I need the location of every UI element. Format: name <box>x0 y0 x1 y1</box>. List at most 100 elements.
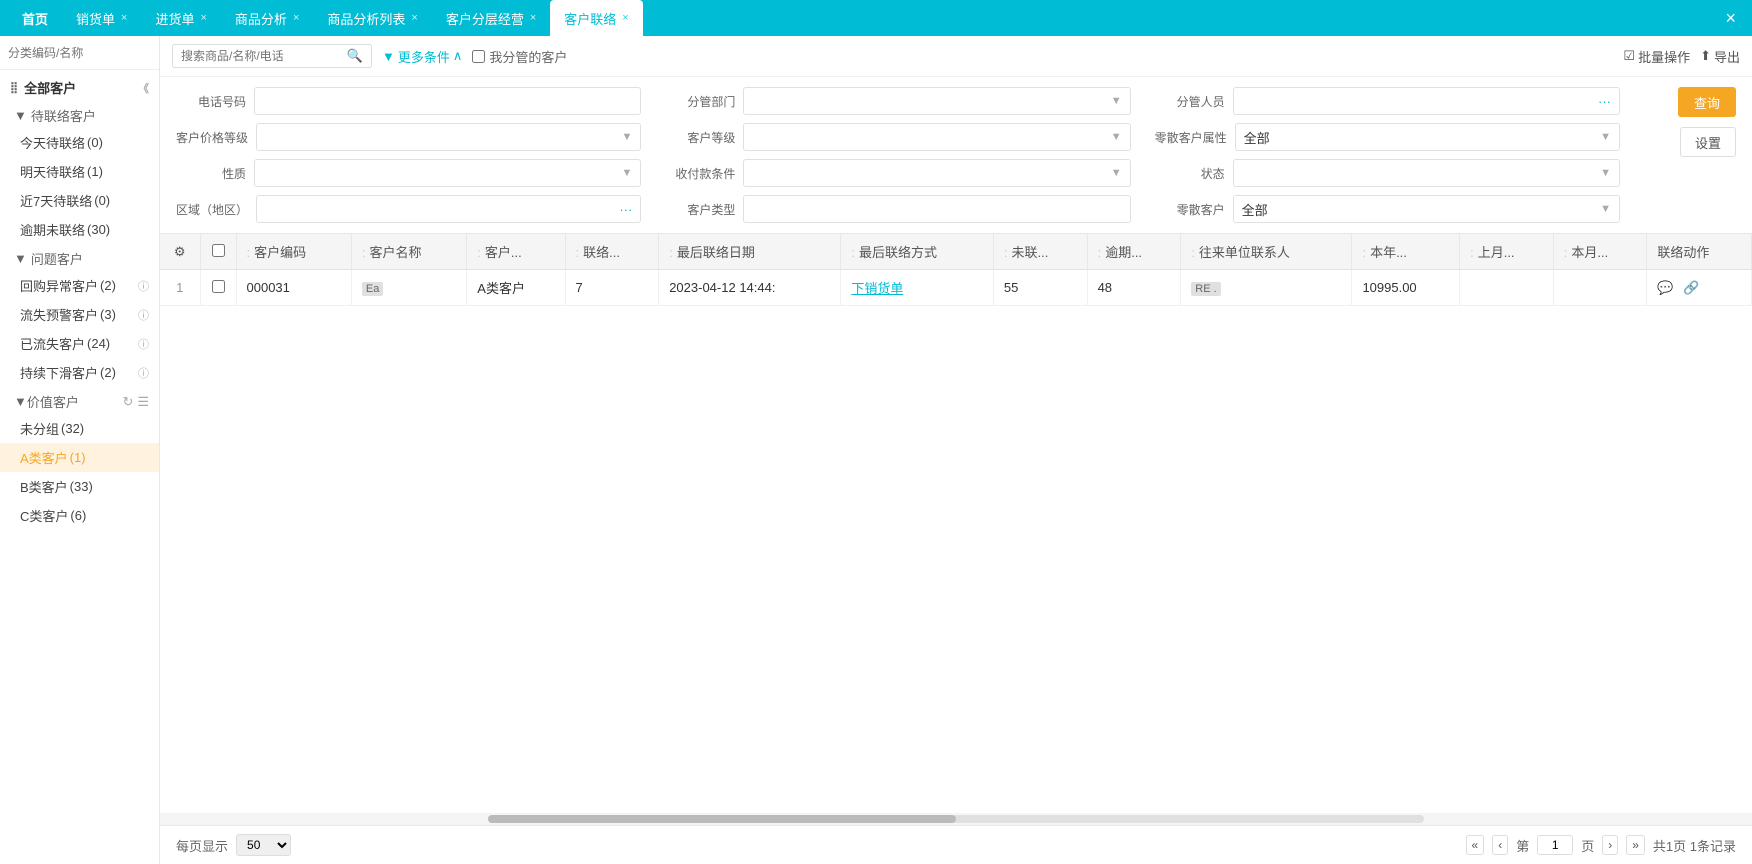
sidebar-item-7days[interactable]: 近7天待联络 (0) <box>0 186 159 215</box>
sidebar-item-b-class[interactable]: B类客户 (33) <box>0 472 159 501</box>
payment-label: 收付款条件 <box>665 165 735 182</box>
info-icon-3: ⓘ <box>138 336 149 352</box>
dept-select[interactable]: ▼ <box>743 87 1130 115</box>
sidebar-item-c-class[interactable]: C类客户 (6) <box>0 501 159 530</box>
per-page-select[interactable]: 50 100 200 <box>236 834 291 856</box>
row-last-contact-method[interactable]: 下销货单 <box>841 270 994 306</box>
nav-item-purchase[interactable]: 进货单 × <box>141 0 220 36</box>
phone-label: 电话号码 <box>176 93 246 110</box>
chat-action-btn[interactable]: 💬 <box>1657 280 1673 295</box>
sidebar: 🔍 ⣿ 全部客户 《 ▼ 待联络客户 今天待联络 (0) 明天待联络 (1) 近… <box>0 36 160 864</box>
scattered-attr-select[interactable]: 全部 ▼ <box>1235 123 1620 151</box>
customer-type-input[interactable] <box>743 195 1130 223</box>
grid-icon: ⣿ <box>10 81 18 94</box>
sidebar-search-container: 🔍 <box>0 36 159 70</box>
customer-tier-arrow-icon: ▼ <box>1111 131 1122 143</box>
region-select[interactable]: ··· <box>256 195 641 223</box>
price-tier-select[interactable]: ▼ <box>256 123 641 151</box>
row-last-month <box>1460 270 1554 306</box>
checkbox-col-header[interactable] <box>200 234 236 270</box>
dept-arrow-icon: ▼ <box>1111 95 1122 107</box>
related-contact-col-header: :往来单位联系人 <box>1181 234 1352 270</box>
per-page-label: 每页显示 <box>176 836 228 855</box>
status-select[interactable]: ▼ <box>1233 159 1620 187</box>
manager-select[interactable]: ··· <box>1233 87 1620 115</box>
info-icon-2: ⓘ <box>138 307 149 323</box>
sidebar-item-a-class[interactable]: A类客户 (1) <box>0 443 159 472</box>
close-purchase-tab[interactable]: × <box>200 12 206 24</box>
nav-item-sales[interactable]: 销货单 × <box>62 0 141 36</box>
page-of-label: 页 <box>1581 836 1594 855</box>
close-goods-analysis-list-tab[interactable]: × <box>411 12 417 24</box>
search-input[interactable] <box>181 49 347 63</box>
scattered-attr-label: 零散客户属性 <box>1155 129 1227 146</box>
close-customer-contact-tab[interactable]: × <box>622 12 628 24</box>
scattered-attr-arrow-icon: ▼ <box>1600 131 1611 143</box>
next-page-btn[interactable]: › <box>1602 835 1618 855</box>
overdue-col-header: :逾期... <box>1087 234 1181 270</box>
settings-gear-icon[interactable]: ⚙ <box>174 244 186 259</box>
my-customers-filter[interactable]: 我分管的客户 <box>472 47 567 66</box>
uncontacted-col-header: :未联... <box>993 234 1087 270</box>
sidebar-item-repurchase-abnormal[interactable]: 回购异常客户 (2) ⓘ <box>0 271 159 300</box>
scattered-select[interactable]: 全部 ▼ <box>1233 195 1620 223</box>
phone-input[interactable] <box>254 87 641 115</box>
prev-page-btn[interactable]: ‹ <box>1492 835 1508 855</box>
link-action-btn[interactable]: 🔗 <box>1683 280 1699 295</box>
sidebar-item-tomorrow[interactable]: 明天待联络 (1) <box>0 157 159 186</box>
batch-operation-btn[interactable]: ☑ 批量操作 <box>1623 47 1690 66</box>
nav-item-customer-contact[interactable]: 客户联络 × <box>550 0 642 36</box>
close-goods-analysis-tab[interactable]: × <box>293 12 299 24</box>
nature-label: 性质 <box>176 165 246 182</box>
horizontal-scrollbar[interactable] <box>160 813 1752 825</box>
sidebar-search-input[interactable] <box>8 46 160 60</box>
value-customers-group[interactable]: ▼ 价值客户 ↻ ☰ <box>0 387 159 414</box>
nav-item-home[interactable]: 首页 <box>8 0 62 36</box>
sidebar-item-declining[interactable]: 持续下滑客户 (2) ⓘ <box>0 358 159 387</box>
settings-value-icon[interactable]: ☰ <box>137 394 149 410</box>
status-arrow-icon: ▼ <box>1600 167 1611 179</box>
more-filters-btn[interactable]: ▼ 更多条件 ∧ <box>382 47 462 66</box>
settings-button[interactable]: 设置 <box>1680 127 1736 157</box>
contacts-col-header: :联络... <box>565 234 659 270</box>
nav-item-goods-analysis-list[interactable]: 商品分析列表 × <box>313 0 431 36</box>
all-customers-header[interactable]: ⣿ 全部客户 《 <box>0 70 159 101</box>
sidebar-item-today[interactable]: 今天待联络 (0) <box>0 128 159 157</box>
search-icon[interactable]: 🔍 <box>347 48 363 64</box>
row-last-contact-date: 2023-04-12 14:44: <box>659 270 841 306</box>
row-customer-type: A类客户 <box>467 270 565 306</box>
problem-customers-group[interactable]: ▼ 问题客户 <box>0 244 159 271</box>
row-actions: 💬 🔗 <box>1647 270 1752 306</box>
close-all-tabs[interactable]: × <box>1717 8 1744 29</box>
query-button[interactable]: 查询 <box>1678 87 1736 117</box>
settings-col-header[interactable]: ⚙ <box>160 234 200 270</box>
row-checkbox[interactable] <box>212 280 225 293</box>
export-btn[interactable]: ⬆ 导出 <box>1700 47 1740 66</box>
sidebar-item-lost-warning[interactable]: 流失预警客户 (3) ⓘ <box>0 300 159 329</box>
last-page-btn[interactable]: » <box>1626 835 1645 855</box>
sidebar-item-lost[interactable]: 已流失客户 (24) ⓘ <box>0 329 159 358</box>
sidebar-item-overdue[interactable]: 逾期未联络 (30) <box>0 215 159 244</box>
nature-select[interactable]: ▼ <box>254 159 641 187</box>
row-this-month <box>1553 270 1647 306</box>
this-year-col-header: :本年... <box>1352 234 1460 270</box>
refresh-icon[interactable]: ↻ <box>122 394 133 410</box>
nav-item-goods-analysis[interactable]: 商品分析 × <box>221 0 313 36</box>
sidebar-item-unclassified[interactable]: 未分组 (32) <box>0 414 159 443</box>
info-icon-1: ⓘ <box>138 278 149 294</box>
last-contact-method-col-header: :最后联络方式 <box>841 234 994 270</box>
select-all-checkbox[interactable] <box>212 244 225 257</box>
my-customers-checkbox[interactable] <box>472 50 485 63</box>
payment-select[interactable]: ▼ <box>743 159 1130 187</box>
customer-type-col-header: :客户... <box>467 234 565 270</box>
pending-contact-group[interactable]: ▼ 待联络客户 <box>0 101 159 128</box>
close-sales-tab[interactable]: × <box>121 12 127 24</box>
first-page-btn[interactable]: « <box>1466 835 1485 855</box>
data-table: ⚙ :客户编码 :客户名称 :客户... :联络... :最后联络日期 :最后联… <box>160 234 1752 306</box>
customer-tier-select[interactable]: ▼ <box>743 123 1130 151</box>
row-checkbox-cell[interactable] <box>200 270 236 306</box>
actions-col-header: 联络动作 <box>1647 234 1752 270</box>
close-customer-tier-tab[interactable]: × <box>530 12 536 24</box>
nav-item-customer-tier[interactable]: 客户分层经营 × <box>432 0 550 36</box>
page-number-input[interactable] <box>1537 835 1573 855</box>
